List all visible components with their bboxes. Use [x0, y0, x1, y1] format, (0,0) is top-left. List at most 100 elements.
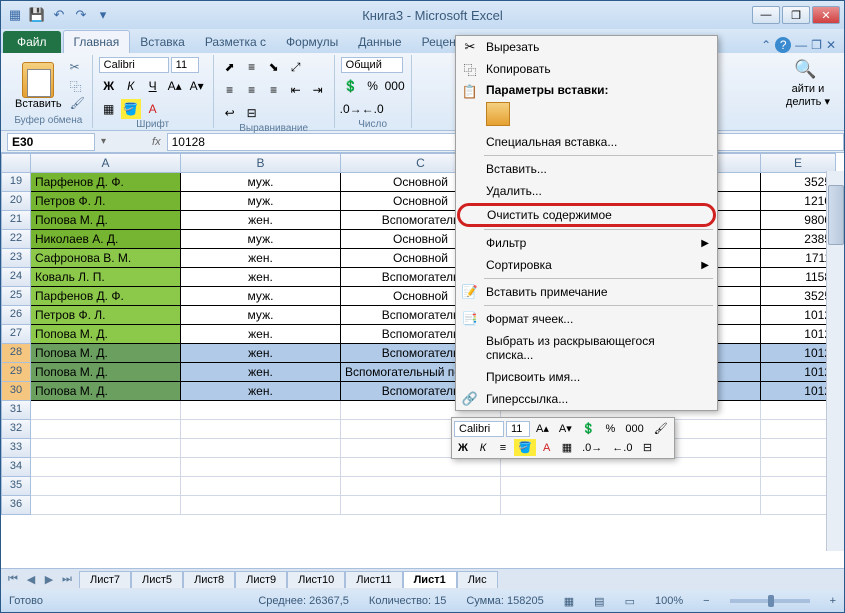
- cell[interactable]: Попова М. Д.: [31, 382, 181, 401]
- cut-icon[interactable]: ✂: [70, 60, 86, 76]
- row-header[interactable]: 25: [1, 287, 31, 306]
- mini-shrink-font[interactable]: A▾: [555, 420, 576, 437]
- cell[interactable]: 1711: [761, 249, 836, 268]
- cell[interactable]: [341, 496, 501, 515]
- cell[interactable]: [31, 496, 181, 515]
- last-sheet-button[interactable]: ⏭: [59, 573, 75, 586]
- font-color-button[interactable]: A: [143, 99, 163, 119]
- currency-button[interactable]: 💲: [341, 76, 361, 96]
- align-right-button[interactable]: ≡: [264, 80, 284, 100]
- align-bottom-button[interactable]: ⬊: [264, 57, 284, 77]
- ctx-format-cells[interactable]: 📑Формат ячеек...: [456, 308, 717, 330]
- align-top-button[interactable]: ⬈: [220, 57, 240, 77]
- row-header[interactable]: 36: [1, 496, 31, 515]
- ctx-cut[interactable]: ✂Вырезать: [456, 36, 717, 58]
- cell[interactable]: Парфенов Д. Ф.: [31, 287, 181, 306]
- fill-color-button[interactable]: 🪣: [121, 99, 141, 119]
- sheet-tab[interactable]: Лист11: [345, 571, 402, 588]
- cell[interactable]: [31, 477, 181, 496]
- mdi-restore-icon[interactable]: ❐: [811, 38, 822, 52]
- cell[interactable]: [31, 420, 181, 439]
- cell[interactable]: [761, 401, 836, 420]
- row-header[interactable]: 20: [1, 192, 31, 211]
- cell[interactable]: [341, 477, 501, 496]
- mini-borders[interactable]: ▦: [558, 439, 576, 456]
- file-tab[interactable]: Файл: [3, 31, 61, 53]
- cell[interactable]: Парфенов Д. Ф.: [31, 173, 181, 192]
- cell[interactable]: Петров Ф. Л.: [31, 306, 181, 325]
- row-header[interactable]: 35: [1, 477, 31, 496]
- redo-icon[interactable]: ↷: [71, 5, 91, 25]
- cell[interactable]: 1012: [761, 363, 836, 382]
- merge-button[interactable]: ⊟: [242, 103, 262, 123]
- mini-dec-decimal[interactable]: ←.0: [608, 440, 636, 456]
- zoom-in-button[interactable]: +: [830, 595, 836, 607]
- cell[interactable]: [181, 458, 341, 477]
- row-header[interactable]: 31: [1, 401, 31, 420]
- mini-percent[interactable]: %: [601, 421, 619, 437]
- ctx-sort[interactable]: Сортировка▶: [456, 254, 717, 276]
- next-sheet-button[interactable]: ▶: [41, 573, 57, 586]
- cell[interactable]: [761, 458, 836, 477]
- bold-button[interactable]: Ж: [99, 76, 119, 96]
- mini-inc-decimal[interactable]: .0→: [578, 440, 606, 456]
- prev-sheet-button[interactable]: ◀: [23, 573, 39, 586]
- grow-font-button[interactable]: A▴: [165, 76, 185, 96]
- cell[interactable]: жен.: [181, 268, 341, 287]
- cell[interactable]: 3525: [761, 287, 836, 306]
- row-header[interactable]: 27: [1, 325, 31, 344]
- orientation-button[interactable]: ⤢: [286, 57, 306, 77]
- cell[interactable]: муж.: [181, 192, 341, 211]
- mdi-minimize-icon[interactable]: —: [795, 38, 807, 52]
- mini-align-center[interactable]: ≡: [494, 440, 512, 456]
- mini-grow-font[interactable]: A▴: [532, 420, 553, 437]
- cell[interactable]: жен.: [181, 344, 341, 363]
- cell[interactable]: 1158: [761, 268, 836, 287]
- cell[interactable]: муж.: [181, 306, 341, 325]
- sheet-tab[interactable]: Лист7: [79, 571, 131, 588]
- col-header-e[interactable]: E: [761, 153, 836, 173]
- undo-icon[interactable]: ↶: [49, 5, 69, 25]
- row-header[interactable]: 22: [1, 230, 31, 249]
- zoom-level[interactable]: 100%: [655, 595, 683, 607]
- sheet-tab[interactable]: Лист8: [183, 571, 235, 588]
- row-header[interactable]: 32: [1, 420, 31, 439]
- mini-format-painter[interactable]: 🖌: [650, 420, 672, 437]
- cell[interactable]: 1012: [761, 306, 836, 325]
- cell[interactable]: 2385: [761, 230, 836, 249]
- mini-italic[interactable]: К: [474, 440, 492, 456]
- tab-data[interactable]: Данные: [348, 31, 411, 53]
- row-header[interactable]: 34: [1, 458, 31, 477]
- binoculars-icon[interactable]: 🔍: [794, 59, 822, 83]
- cell[interactable]: [761, 477, 836, 496]
- cell[interactable]: 3525: [761, 173, 836, 192]
- ctx-pick-from-list[interactable]: Выбрать из раскрывающегося списка...: [456, 330, 717, 366]
- name-box[interactable]: [7, 133, 95, 151]
- row-header[interactable]: 29: [1, 363, 31, 382]
- ctx-insert[interactable]: Вставить...: [456, 158, 717, 180]
- cell[interactable]: [341, 458, 501, 477]
- number-format-select[interactable]: [341, 57, 403, 73]
- view-normal-icon[interactable]: ▦: [564, 595, 574, 608]
- paste-option-icon[interactable]: [486, 102, 510, 126]
- mini-merge[interactable]: ⊟: [638, 439, 656, 456]
- cell[interactable]: муж.: [181, 230, 341, 249]
- align-left-button[interactable]: ≡: [220, 80, 240, 100]
- row-header[interactable]: 30: [1, 382, 31, 401]
- indent-inc-button[interactable]: ⇥: [308, 80, 328, 100]
- first-sheet-button[interactable]: ⏮: [5, 573, 21, 586]
- help-icon[interactable]: ?: [775, 37, 791, 53]
- cell[interactable]: Попова М. Д.: [31, 344, 181, 363]
- mini-currency[interactable]: 💲: [578, 420, 600, 437]
- row-header[interactable]: 21: [1, 211, 31, 230]
- row-header[interactable]: 23: [1, 249, 31, 268]
- cell[interactable]: 1012: [761, 344, 836, 363]
- cell[interactable]: [31, 458, 181, 477]
- ctx-paste-options[interactable]: [456, 100, 717, 131]
- tab-layout[interactable]: Разметка с: [195, 31, 276, 53]
- cell[interactable]: [761, 420, 836, 439]
- copy-icon[interactable]: ⿻: [70, 78, 86, 94]
- zoom-slider[interactable]: [730, 599, 810, 603]
- tab-insert[interactable]: Вставка: [130, 31, 195, 53]
- cell[interactable]: [501, 458, 761, 477]
